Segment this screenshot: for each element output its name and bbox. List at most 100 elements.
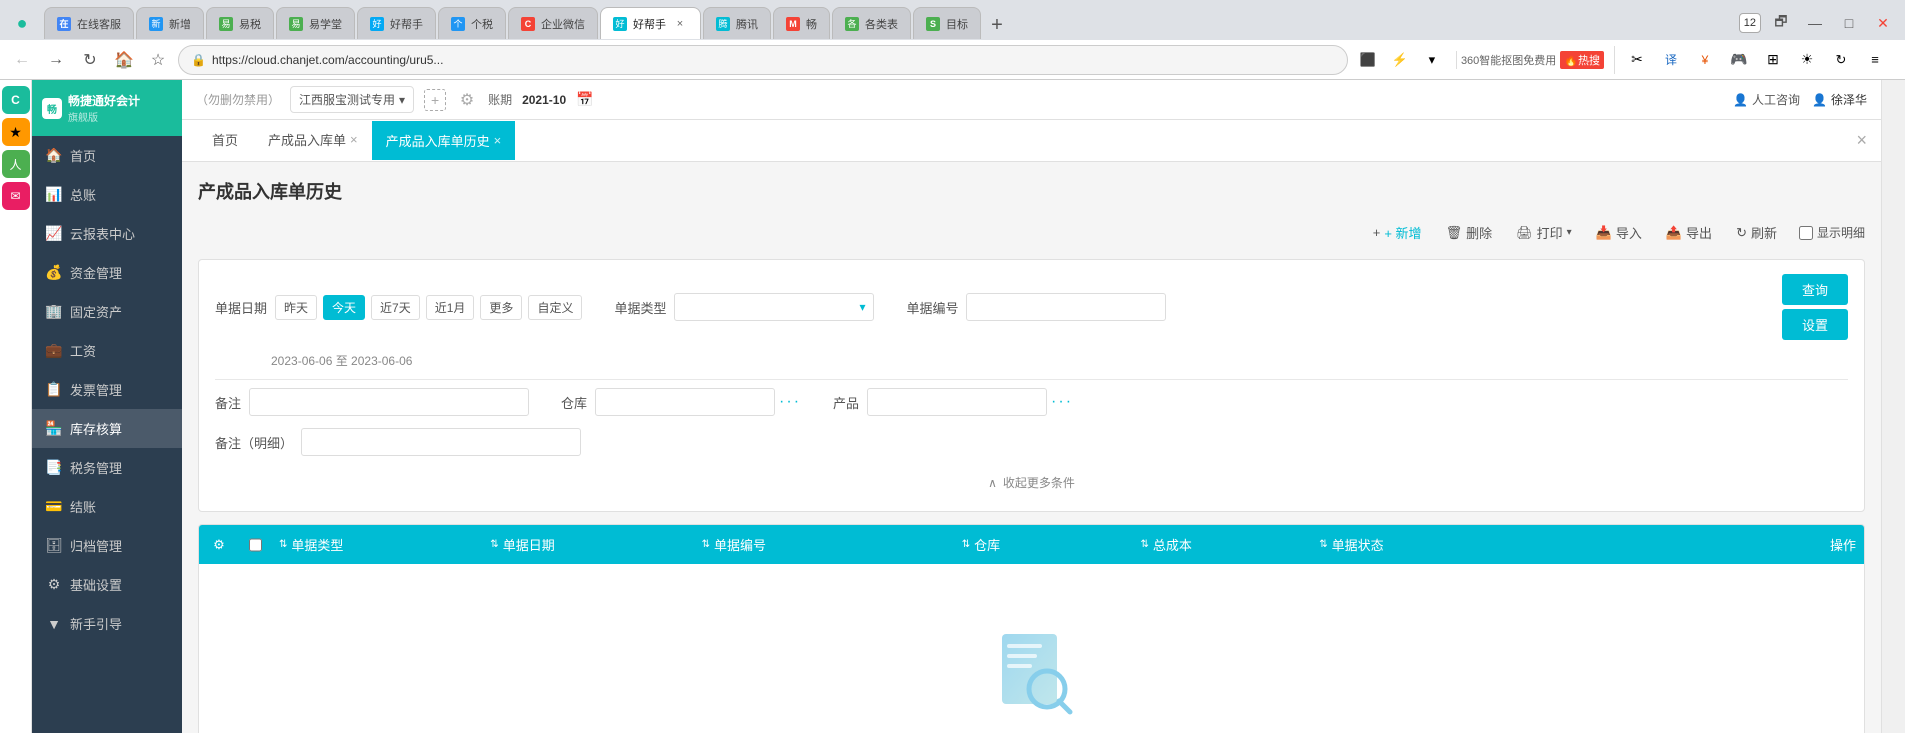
tab-8-close[interactable]: ×: [672, 16, 688, 32]
query-button[interactable]: 查询: [1782, 274, 1848, 305]
sidebar-item-invoice[interactable]: 📋 发票管理: [32, 370, 182, 409]
top-bar: （勿删勿禁用） 江西服宝测试专用 ▾ + ⚙ 账期 2021-10 📅 👤 人工…: [182, 80, 1881, 120]
th-check[interactable]: [239, 528, 271, 562]
close-panel-button[interactable]: ×: [1856, 130, 1867, 151]
delete-button[interactable]: 🗑 删除: [1436, 218, 1503, 247]
search-row-1: 单据日期 昨天 今天 近7天 近1月 更多 自定义: [215, 274, 1848, 340]
sidebar-item-home[interactable]: 🏠 首页: [32, 136, 182, 175]
warehouse-dots[interactable]: ···: [779, 393, 801, 411]
calendar-button[interactable]: 📅: [576, 91, 593, 108]
tab-12[interactable]: S 目标: [913, 7, 981, 39]
detail-remark-input[interactable]: [301, 428, 581, 456]
sidebar-item-payroll[interactable]: 💼 工资: [32, 331, 182, 370]
sidebar-item-invoice-label: 发票管理: [70, 380, 122, 399]
theme-button[interactable]: ☀: [1793, 46, 1821, 74]
tab-6[interactable]: 个 个税: [438, 7, 506, 39]
add-company-button[interactable]: +: [424, 89, 446, 111]
th-warehouse[interactable]: ⇅ 仓库: [954, 525, 1133, 564]
yuan-button[interactable]: ¥: [1691, 46, 1719, 74]
game-button[interactable]: 🎮: [1725, 46, 1753, 74]
product-dots[interactable]: ···: [1051, 393, 1073, 411]
select-all-checkbox[interactable]: [249, 538, 262, 552]
bookmark-button[interactable]: ☆: [144, 46, 172, 74]
service-link[interactable]: 👤 人工咨询: [1733, 91, 1800, 108]
address-input[interactable]: 🔒 https://cloud.chanjet.com/accounting/u…: [178, 45, 1348, 75]
sidebar-item-archive[interactable]: 🗄 归档管理: [32, 526, 182, 565]
restore-window-button[interactable]: 🗗: [1767, 9, 1795, 37]
refresh-button[interactable]: ↻ 刷新: [1726, 218, 1787, 247]
sidebar-item-settlement[interactable]: 💳 结账: [32, 487, 182, 526]
sidebar-item-guide[interactable]: ▼ 新手引导: [32, 604, 182, 643]
sidebar-item-ledger[interactable]: 📊 总账: [32, 175, 182, 214]
th-settings[interactable]: ⚙: [199, 527, 239, 563]
sidebar-item-tax[interactable]: 📑 税务管理: [32, 448, 182, 487]
date-btn-custom[interactable]: 自定义: [528, 295, 582, 320]
import-button[interactable]: 📥 导入: [1586, 218, 1652, 247]
new-tab-button[interactable]: +: [983, 11, 1011, 39]
tab-7[interactable]: C 企业微信: [508, 7, 598, 39]
date-btn-more[interactable]: 更多: [480, 295, 522, 320]
power-button[interactable]: ⚡: [1386, 46, 1414, 74]
page-tab-home[interactable]: 首页: [196, 120, 254, 161]
extensions-button[interactable]: ⬛: [1354, 46, 1382, 74]
remark-input[interactable]: [249, 388, 529, 416]
show-detail-checkbox[interactable]: [1799, 226, 1813, 240]
tab-5[interactable]: 好 好帮手: [357, 7, 436, 39]
doc-type-label: 单据类型: [614, 298, 666, 317]
app-icon-star[interactable]: ★: [2, 118, 30, 146]
export-button[interactable]: 📤 导出: [1656, 218, 1722, 247]
sync-button[interactable]: ↻: [1827, 46, 1855, 74]
back-button[interactable]: ←: [8, 46, 36, 74]
dropdown-button[interactable]: ▾: [1418, 46, 1446, 74]
th-doc-type[interactable]: ⇅ 单据类型: [271, 525, 482, 564]
settings-icon-btn[interactable]: ⚙: [456, 89, 478, 111]
sidebar-item-assets[interactable]: 🏢 固定资产: [32, 292, 182, 331]
print-button[interactable]: 🖨 打印 ▾: [1506, 218, 1582, 247]
th-cost[interactable]: ⇅ 总成本: [1132, 525, 1311, 564]
sidebar-item-reports[interactable]: 📈 云报表中心: [32, 214, 182, 253]
sidebar-item-basic[interactable]: ⚙ 基础设置: [32, 565, 182, 604]
scissors-button[interactable]: ✂: [1623, 46, 1651, 74]
tab-9[interactable]: 腾 腾讯: [703, 7, 771, 39]
tab-8-active[interactable]: 好 好帮手 ×: [600, 7, 701, 39]
tab-10[interactable]: M 畅: [773, 7, 830, 39]
page-tab-history[interactable]: 产成品入库单历史 ×: [372, 121, 516, 160]
tab-1[interactable]: 在 在线客服: [44, 7, 134, 39]
th-doc-number[interactable]: ⇅ 单据编号: [694, 525, 954, 564]
tab-2[interactable]: 新 新增: [136, 7, 204, 39]
refresh-browser-button[interactable]: ↻: [76, 46, 104, 74]
app-icon-user[interactable]: 人: [2, 150, 30, 178]
tab-4[interactable]: 易 易学堂: [276, 7, 355, 39]
company-select[interactable]: 江西服宝测试专用 ▾: [290, 86, 414, 113]
app-icon-home[interactable]: C: [2, 86, 30, 114]
date-btn-yesterday[interactable]: 昨天: [275, 295, 317, 320]
sidebar-item-cash[interactable]: 💰 资金管理: [32, 253, 182, 292]
th-status[interactable]: ⇅ 单据状态: [1311, 525, 1522, 564]
collapse-row[interactable]: ∧ 收起更多条件: [215, 468, 1848, 497]
date-btn-today[interactable]: 今天: [323, 295, 365, 320]
warehouse-input[interactable]: [595, 388, 775, 416]
forward-button[interactable]: →: [42, 46, 70, 74]
menu-button[interactable]: ≡: [1861, 46, 1889, 74]
home-browser-button[interactable]: 🏠: [110, 46, 138, 74]
minimize-button[interactable]: —: [1801, 9, 1829, 37]
page-tab-history-close[interactable]: ×: [494, 133, 502, 148]
page-tab-list-close[interactable]: ×: [350, 132, 358, 147]
sidebar-item-inventory[interactable]: 🏪 库存核算: [32, 409, 182, 448]
product-input[interactable]: [867, 388, 1047, 416]
maximize-button[interactable]: □: [1835, 9, 1863, 37]
tab-3[interactable]: 易 易税: [206, 7, 274, 39]
th-doc-date[interactable]: ⇅ 单据日期: [482, 525, 693, 564]
translate-button[interactable]: 译: [1657, 46, 1685, 74]
doc-number-input[interactable]: [966, 293, 1166, 321]
settings-button[interactable]: 设置: [1782, 309, 1848, 340]
grid-button[interactable]: ⊞: [1759, 46, 1787, 74]
tab-11[interactable]: 各 各类表: [832, 7, 911, 39]
date-btn-1month[interactable]: 近1月: [426, 295, 475, 320]
add-button[interactable]: + + 新增: [1363, 218, 1432, 247]
app-icon-message[interactable]: ✉: [2, 182, 30, 210]
date-btn-7days[interactable]: 近7天: [371, 295, 420, 320]
page-tab-list[interactable]: 产成品入库单 ×: [254, 120, 372, 161]
doc-type-select[interactable]: ▾: [674, 293, 874, 321]
close-window-button[interactable]: ✕: [1869, 9, 1897, 37]
